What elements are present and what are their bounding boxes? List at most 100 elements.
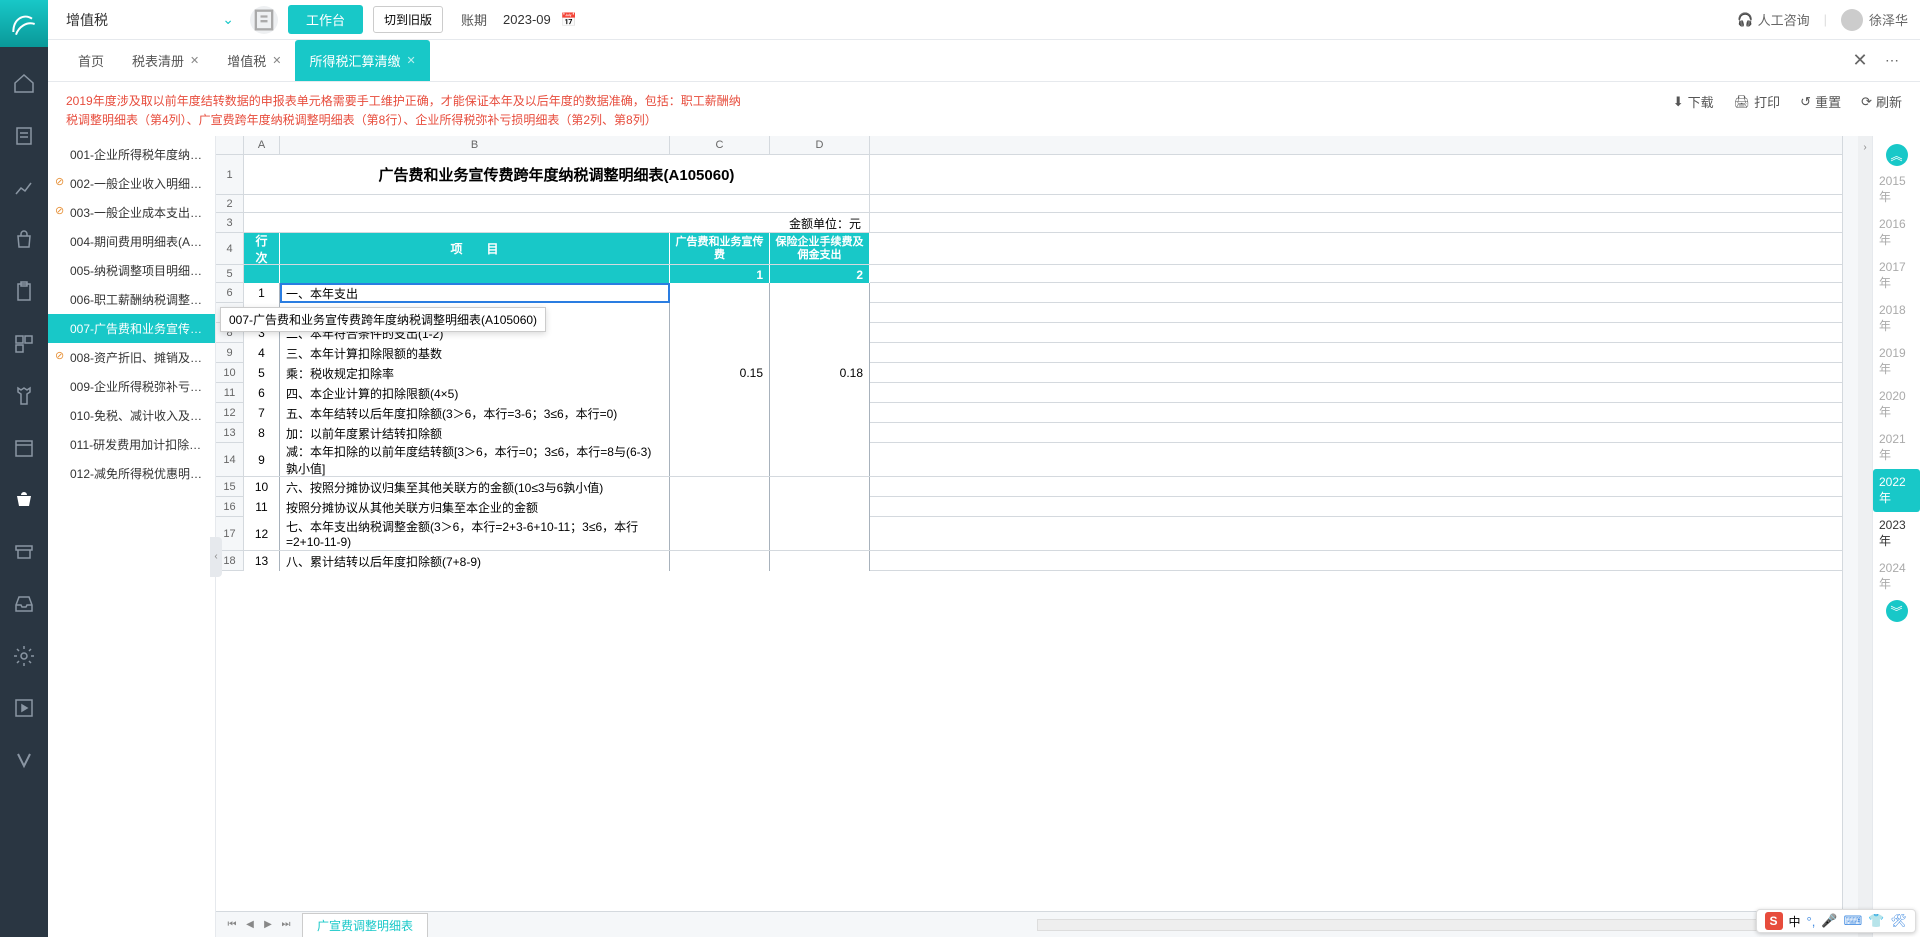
value-cell-c[interactable] <box>670 403 770 423</box>
row-header[interactable]: 3 <box>216 213 244 232</box>
sheet-list-item[interactable]: 005-纳税调整项目明细表(A1... <box>48 256 215 285</box>
col-header-c[interactable]: C <box>670 136 770 154</box>
sheet-list-item[interactable]: 009-企业所得税弥补亏损明... <box>48 372 215 401</box>
year-item[interactable]: 2016年 <box>1873 211 1920 254</box>
project-cell[interactable]: 按照分摊协议从其他关联方归集至本企业的金额 <box>280 497 670 517</box>
project-cell[interactable]: 六、按照分摊协议归集至其他关联方的金额(10≤3与6孰小值) <box>280 477 670 497</box>
value-cell-c[interactable] <box>670 517 770 550</box>
ime-punct-icon[interactable]: °, <box>1807 914 1816 929</box>
row-header[interactable]: 9 <box>216 343 244 362</box>
collapse-handle[interactable]: ‹ <box>210 537 222 577</box>
nav-shirt-icon[interactable] <box>12 384 36 408</box>
row-index-cell[interactable]: 7 <box>244 403 280 423</box>
sheet-nav-first-icon[interactable]: ⏮ <box>224 917 240 933</box>
value-cell-d[interactable] <box>770 551 870 571</box>
year-item[interactable]: 2015年 <box>1873 168 1920 211</box>
row-header[interactable]: 5 <box>216 265 244 282</box>
ime-skin-icon[interactable]: 👕 <box>1868 913 1884 929</box>
row-header[interactable]: 4 <box>216 233 244 264</box>
close-all-tabs-button[interactable]: ✕ <box>1848 49 1872 73</box>
value-cell-d[interactable]: 0.18 <box>770 363 870 383</box>
nav-settings-icon[interactable] <box>12 644 36 668</box>
sheet-list-item[interactable]: 003-一般企业成本支出明细... <box>48 198 215 227</box>
grid-body[interactable]: 1 广告费和业务宣传费跨年度纳税调整明细表(A105060) 2 3 金额单位：… <box>216 155 1842 911</box>
close-icon[interactable]: ✕ <box>272 54 281 67</box>
project-cell[interactable]: 八、累计结转以后年度扣除额(7+8-9) <box>280 551 670 571</box>
ime-tool-icon[interactable]: 🛠 <box>1890 913 1907 929</box>
row-index-cell[interactable]: 4 <box>244 343 280 363</box>
project-cell[interactable]: 四、本企业计算的扣除限额(4×5) <box>280 383 670 403</box>
value-cell-d[interactable] <box>770 443 870 476</box>
refresh-button[interactable]: ⟳刷新 <box>1861 92 1902 111</box>
project-cell[interactable]: 五、本年结转以后年度扣除额(3＞6，本行=3-6；3≤6，本行=0) <box>280 403 670 423</box>
ime-lang[interactable]: 中 <box>1789 913 1801 930</box>
sheet-list-item[interactable]: 010-免税、减计收入及加计... <box>48 401 215 430</box>
ime-mic-icon[interactable]: 🎤 <box>1821 913 1837 929</box>
row-header[interactable]: 11 <box>216 383 244 402</box>
row-header[interactable]: 6 <box>216 283 244 302</box>
value-cell-c[interactable] <box>670 551 770 571</box>
sheet-list-item[interactable]: 007-广告费和业务宣传费跨... <box>48 314 215 343</box>
expand-rail[interactable]: › <box>1858 136 1872 937</box>
col-header-d[interactable]: D <box>770 136 870 154</box>
year-item[interactable]: 2020年 <box>1873 383 1920 426</box>
value-cell-c[interactable] <box>670 323 770 343</box>
year-item[interactable]: 2018年 <box>1873 297 1920 340</box>
tab-income-tax[interactable]: 所得税汇算清缴✕ <box>295 40 429 81</box>
value-cell-c[interactable] <box>670 383 770 403</box>
vertical-scrollbar[interactable] <box>1842 136 1858 911</box>
sheet-list-item[interactable]: 006-职工薪酬纳税调整明细... <box>48 285 215 314</box>
value-cell-d[interactable] <box>770 403 870 423</box>
switch-old-button[interactable]: 切到旧版 <box>373 6 443 33</box>
value-cell-d[interactable] <box>770 323 870 343</box>
nav-archive-icon[interactable] <box>12 540 36 564</box>
value-cell-d[interactable] <box>770 343 870 363</box>
sheet-nav-next-icon[interactable]: ▶ <box>260 917 276 933</box>
value-cell-c[interactable] <box>670 343 770 363</box>
row-index-cell[interactable]: 6 <box>244 383 280 403</box>
row-index-cell[interactable]: 11 <box>244 497 280 517</box>
company-dropdown[interactable]: 增值税 ⌄ <box>60 6 240 34</box>
row-index-cell[interactable]: 10 <box>244 477 280 497</box>
row-header[interactable]: 1 <box>216 155 244 194</box>
period-value[interactable]: 2023-09 <box>503 12 551 27</box>
value-cell-c[interactable] <box>670 423 770 443</box>
value-cell-c[interactable] <box>670 443 770 476</box>
row-header[interactable]: 13 <box>216 423 244 442</box>
value-cell-d[interactable] <box>770 383 870 403</box>
sheet-list-item[interactable]: 012-减免所得税优惠明细表(... <box>48 459 215 488</box>
year-down-button[interactable]: ︾ <box>1886 600 1908 622</box>
ime-toolbar[interactable]: S 中 °, 🎤 ⌨ 👕 🛠 <box>1756 909 1916 933</box>
col-header-a[interactable]: A <box>244 136 280 154</box>
download-button[interactable]: ⬇下载 <box>1673 92 1714 111</box>
row-header[interactable]: 15 <box>216 477 244 496</box>
print-button[interactable]: 🖨打印 <box>1734 92 1781 111</box>
row-header[interactable]: 14 <box>216 443 244 476</box>
row-index-cell[interactable]: 5 <box>244 363 280 383</box>
value-cell-c[interactable] <box>670 497 770 517</box>
nav-inbox-icon[interactable] <box>12 592 36 616</box>
project-cell[interactable]: 七、本年支出纳税调整金额(3＞6，本行=2+3-6+10-11；3≤6，本行=2… <box>280 517 670 550</box>
value-cell-d[interactable] <box>770 517 870 550</box>
note-icon-button[interactable] <box>250 6 278 34</box>
value-cell-c[interactable]: 0.15 <box>670 363 770 383</box>
sheet-list-item[interactable]: 001-企业所得税年度纳税申... <box>48 140 215 169</box>
sheet-list-item[interactable]: 002-一般企业收入明细表(A... <box>48 169 215 198</box>
user-menu[interactable]: 徐泽华 <box>1841 9 1908 31</box>
value-cell-d[interactable] <box>770 303 870 323</box>
horizontal-scrollbar[interactable] <box>1037 919 1850 931</box>
row-header[interactable]: 12 <box>216 403 244 422</box>
row-header[interactable]: 16 <box>216 497 244 516</box>
nav-tax-icon[interactable] <box>12 488 36 512</box>
value-cell-d[interactable] <box>770 423 870 443</box>
year-item[interactable]: 2024年 <box>1873 555 1920 598</box>
year-item[interactable]: 2017年 <box>1873 254 1920 297</box>
nav-grid-icon[interactable] <box>12 332 36 356</box>
nav-clipboard-icon[interactable] <box>12 280 36 304</box>
row-index-cell[interactable]: 8 <box>244 423 280 443</box>
value-cell-d[interactable] <box>770 477 870 497</box>
value-cell-c[interactable] <box>670 477 770 497</box>
col-header-b[interactable]: B <box>280 136 670 154</box>
project-cell[interactable]: 加：以前年度累计结转扣除额 <box>280 423 670 443</box>
value-cell-d[interactable] <box>770 283 870 303</box>
